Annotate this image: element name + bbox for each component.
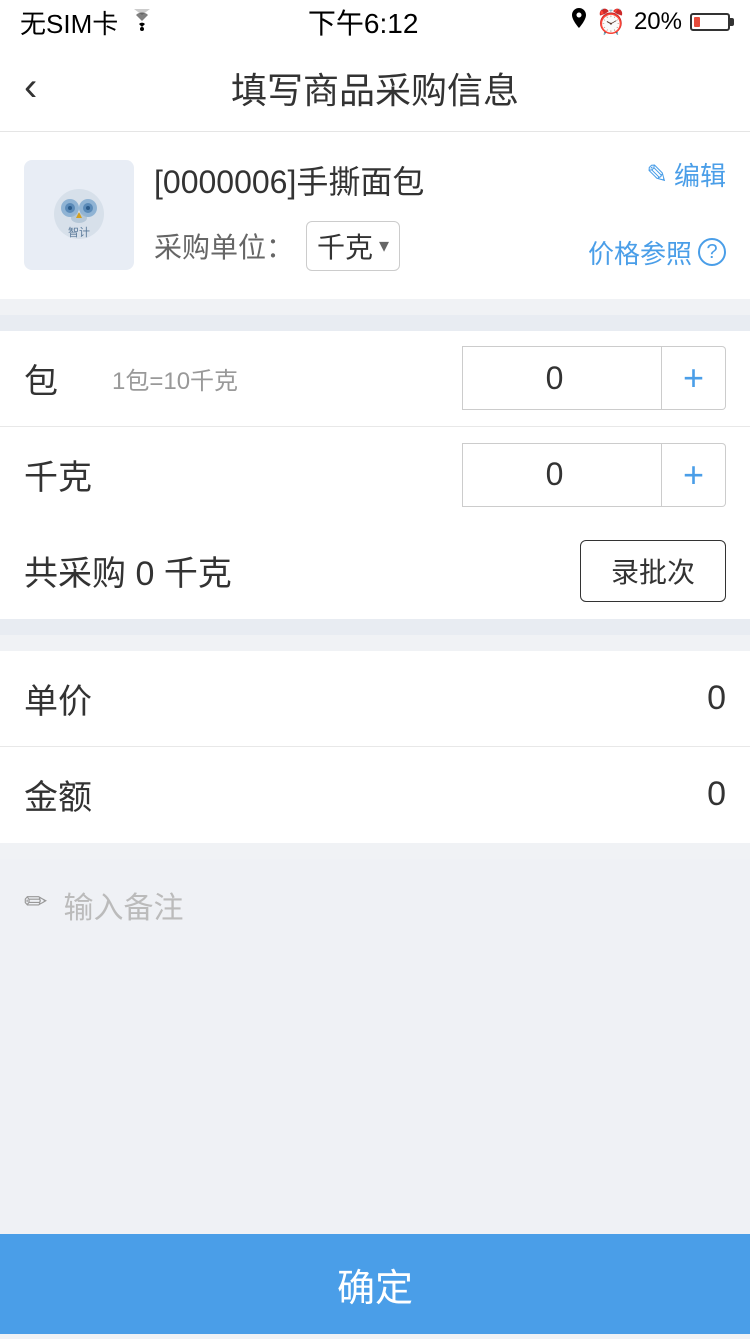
kg-input-row: 千克 + [0,427,750,523]
status-bar-right: ⏰ 20% [570,8,730,37]
bao-qty-input[interactable] [462,346,662,410]
wifi-icon [128,7,156,38]
amount-row: 金额 0 [0,747,750,843]
price-ref-label: 价格参照 [588,234,692,271]
total-label: 共采购 0 千克 [24,546,232,595]
bao-label: 包 [24,354,104,403]
carrier-label: 无SIM卡 [20,4,118,41]
bao-qty-input-wrap: + [462,346,726,410]
total-row: 共采购 0 千克 录批次 [0,523,750,619]
product-logo-icon: 智计 [44,176,114,255]
unit-price-row: 单价 0 [0,651,750,747]
price-ref-button[interactable]: 价格参照 ? [588,234,726,271]
section-divider-2 [0,619,750,635]
kg-label: 千克 [24,450,104,499]
info-section: 单价 0 金额 0 [0,651,750,843]
note-placeholder: 输入备注 [63,883,183,927]
product-card: 智计 [0000006]手撕面包 采购单位： 千克 ▾ ✎ 编辑 价格参照 ? [0,132,750,299]
battery-icon [690,13,730,31]
empty-space [0,1039,750,1239]
unit-price-label: 单价 [24,674,707,723]
edit-button[interactable]: ✎ 编辑 [646,156,726,193]
confirm-button[interactable]: 确定 [0,1234,750,1334]
quantity-input-section: 包 1包=10千克 + 千克 + [0,331,750,523]
bao-input-row: 包 1包=10千克 + [0,331,750,427]
product-image: 智计 [24,160,134,270]
unit-price-value: 0 [707,679,726,718]
section-divider-1 [0,315,750,331]
unit-dropdown[interactable]: 千克 ▾ [306,221,400,271]
amount-label: 金额 [24,770,707,819]
bao-plus-button[interactable]: + [662,346,726,410]
nav-bar: ‹ 填写商品采购信息 [0,44,750,132]
status-bar: 无SIM卡 下午6:12 ⏰ 20% [0,0,750,44]
location-icon [570,8,588,37]
amount-value: 0 [707,775,726,814]
svg-text:智计: 智计 [68,225,90,239]
page-title: 填写商品采购信息 [231,62,519,114]
total-quantity: 0 [135,555,163,593]
back-button[interactable]: ‹ [24,65,37,110]
alarm-icon: ⏰ [596,8,626,37]
note-section[interactable]: ✏ 输入备注 [0,859,750,1039]
chevron-down-icon: ▾ [379,233,389,258]
question-icon: ? [698,238,726,266]
record-batch-button[interactable]: 录批次 [580,540,726,602]
kg-qty-input-wrap: + [462,443,726,507]
pencil-icon: ✏ [24,885,47,918]
bao-sublabel: 1包=10千克 [112,361,238,396]
edit-icon: ✎ [646,159,668,190]
unit-value: 千克 [317,226,373,266]
product-name: [0000006]手撕面包 [154,160,726,205]
kg-plus-button[interactable]: + [662,443,726,507]
unit-label: 采购单位： [154,226,294,266]
battery-percent: 20% [634,8,682,36]
kg-qty-input[interactable] [462,443,662,507]
status-bar-left: 无SIM卡 [20,4,156,41]
total-unit: 千克 [164,555,232,593]
status-bar-time: 下午6:12 [308,2,419,42]
